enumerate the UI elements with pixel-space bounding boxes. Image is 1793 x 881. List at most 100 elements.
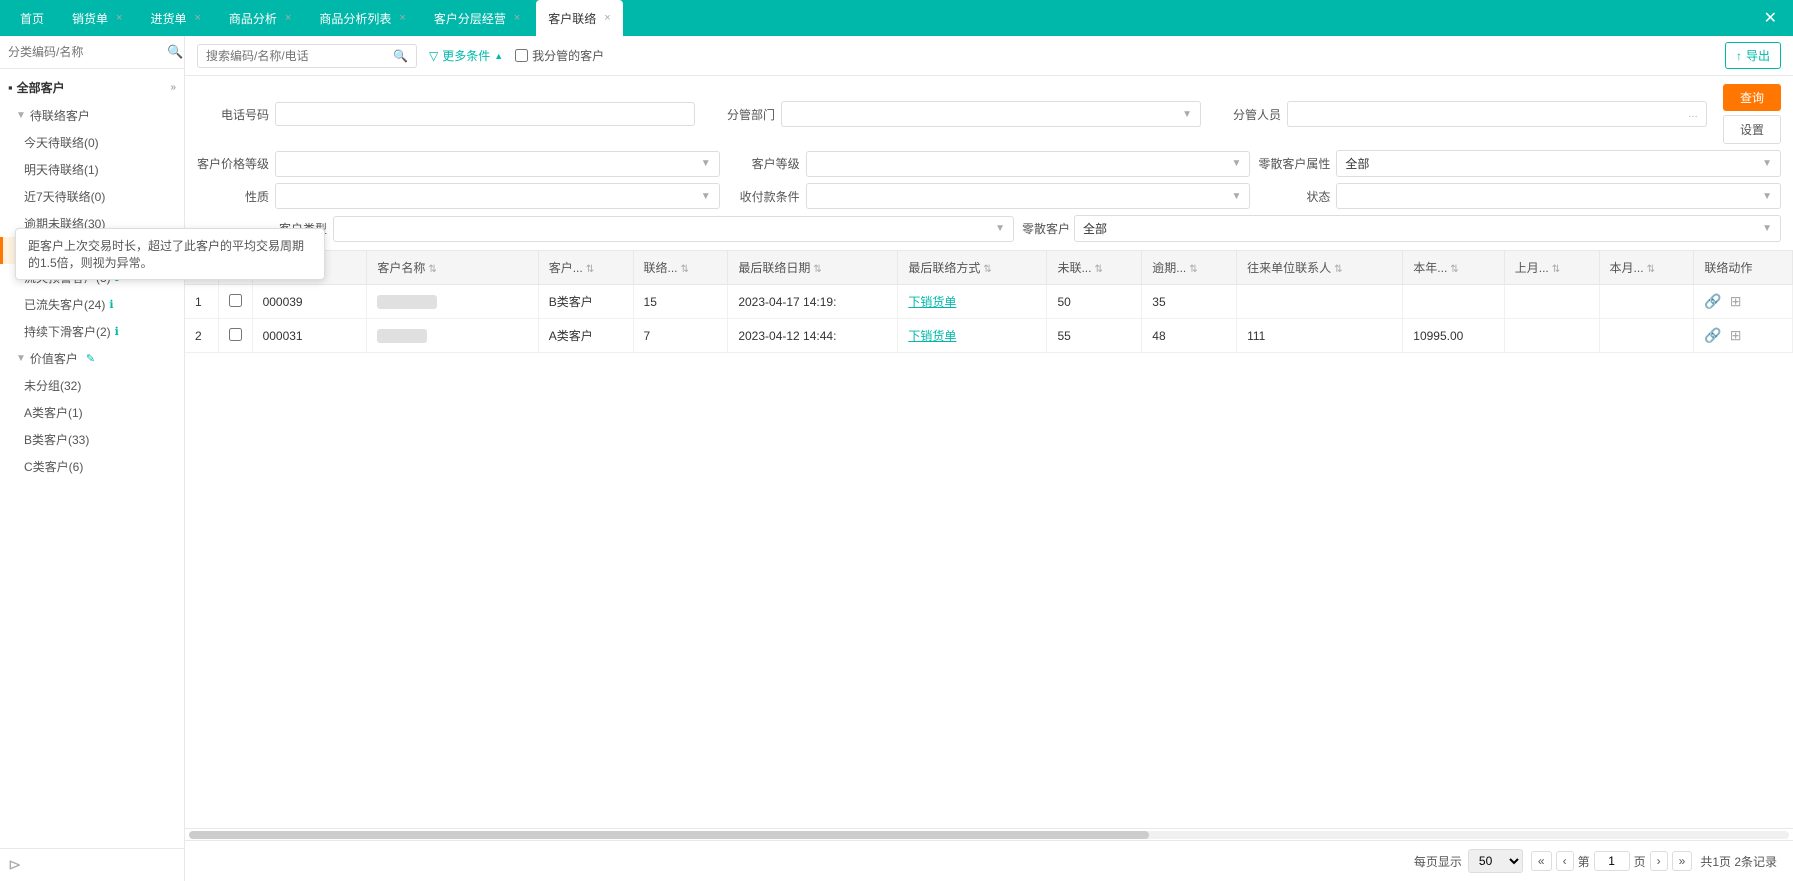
tooltip-box: 距客户上次交易时长，超过了此客户的平均交易周期的1.5倍，则视为异常。	[15, 228, 185, 280]
sidebar-expand-icon[interactable]: ⊲	[8, 855, 21, 875]
value-edit-icon[interactable]: ✎	[86, 352, 95, 365]
sidebar-today-contact[interactable]: 今天待联络(0)	[0, 129, 184, 156]
col-overdue[interactable]: 逾期...⇅	[1142, 251, 1237, 285]
row1-last-method[interactable]: 下销货单	[898, 285, 1047, 319]
sidebar-c-customers[interactable]: C类客户(6)	[0, 453, 184, 480]
total-records-label: 共1页 2条记录	[1700, 853, 1777, 870]
row2-checkbox	[218, 319, 252, 353]
row2-method-link[interactable]: 下销货单	[908, 329, 956, 343]
row1-grid-icon[interactable]: ⊞	[1730, 293, 1742, 310]
sidebar-a-customers[interactable]: A类客户(1)	[0, 399, 184, 426]
sidebar-tomorrow-contact[interactable]: 明天待联络(1)	[0, 156, 184, 183]
nav-home[interactable]: 首页	[8, 0, 56, 36]
close-product-analysis[interactable]: ×	[285, 12, 291, 24]
nav-product-analysis[interactable]: 商品分析 ×	[217, 0, 303, 36]
price-grade-arrow-icon: ▼	[701, 158, 711, 169]
nature-select[interactable]: ▼	[275, 183, 720, 209]
per-page-select[interactable]: 50 20 100	[1468, 849, 1523, 873]
row2-name-blurred	[377, 329, 427, 343]
table-row: 2 000031 A类客户 7 2023-04-12 14:44: 下销货单	[185, 319, 1793, 353]
page-number-input[interactable]	[1594, 851, 1630, 871]
payment-select[interactable]: ▼	[806, 183, 1251, 209]
sidebar-ungrouped[interactable]: 未分组(32)	[0, 372, 184, 399]
filter-actions: 查询 设置	[1723, 84, 1781, 144]
main-search-icon[interactable]: 🔍	[393, 49, 408, 63]
row1-overdue: 35	[1142, 285, 1237, 319]
query-button[interactable]: 查询	[1723, 84, 1781, 111]
nav-purchase-order[interactable]: 进货单 ×	[138, 0, 212, 36]
close-customer-contact[interactable]: ×	[604, 12, 610, 24]
settings-button[interactable]: 设置	[1723, 115, 1781, 144]
row2-grid-icon[interactable]: ⊞	[1730, 327, 1742, 344]
close-customer-tier[interactable]: ×	[514, 12, 520, 24]
row1-uncontacted: 50	[1047, 285, 1142, 319]
customer-table: ⚙ 客户编码⇅ 客户名称⇅ 客户...⇅	[185, 251, 1793, 353]
department-select[interactable]: ▼	[781, 101, 1201, 127]
window-close-button[interactable]: ✕	[1756, 8, 1785, 28]
price-grade-select[interactable]: ▼	[275, 151, 720, 177]
my-customers-filter[interactable]: 我分管的客户	[515, 47, 604, 64]
horizontal-scrollbar[interactable]	[185, 828, 1793, 840]
col-company-contact[interactable]: 往来单位联系人⇅	[1237, 251, 1403, 285]
filter-icon: ▽	[429, 49, 438, 63]
col-last-date[interactable]: 最后联络日期⇅	[728, 251, 898, 285]
close-sales-order[interactable]: ×	[116, 12, 122, 24]
row1-select[interactable]	[229, 294, 242, 307]
next-page-btn[interactable]: ›	[1650, 851, 1668, 871]
last-page-btn[interactable]: »	[1672, 851, 1693, 871]
col-customer-name[interactable]: 客户名称⇅	[367, 251, 538, 285]
category-search-input[interactable]	[8, 45, 163, 59]
pending-contact-group[interactable]: ▼ 待联络客户	[0, 102, 184, 129]
col-last-month[interactable]: 上月...⇅	[1504, 251, 1599, 285]
prev-page-btn[interactable]: ‹	[1556, 851, 1574, 871]
sidebar-7day-contact[interactable]: 近7天待联络(0)	[0, 183, 184, 210]
all-customers-header[interactable]: ▪ 全部客户 »	[0, 73, 184, 102]
close-purchase-order[interactable]: ×	[194, 12, 200, 24]
row1-this-year	[1403, 285, 1504, 319]
nav-customer-tier[interactable]: 客户分层经营 ×	[422, 0, 532, 36]
col-this-year[interactable]: 本年...⇅	[1403, 251, 1504, 285]
sidebar-b-customers[interactable]: B类客户(33)	[0, 426, 184, 453]
retail-attr-select[interactable]: 全部 ▼	[1336, 150, 1781, 177]
sidebar-churned[interactable]: 已流失客户(24) ℹ	[0, 291, 184, 318]
col-contact-count[interactable]: 联络...⇅	[633, 251, 728, 285]
category-search-icon[interactable]: 🔍	[167, 44, 183, 60]
nav-product-analysis-list[interactable]: 商品分析列表 ×	[307, 0, 417, 36]
row2-uncontacted: 55	[1047, 319, 1142, 353]
filter-row-3: 性质 ▼ 收付款条件 ▼ 状态	[197, 183, 1781, 209]
nav-sales-order[interactable]: 销货单 ×	[60, 0, 134, 36]
row2-last-method[interactable]: 下销货单	[898, 319, 1047, 353]
close-product-analysis-list[interactable]: ×	[399, 12, 405, 24]
col-customer-type[interactable]: 客户...⇅	[538, 251, 633, 285]
nature-field: 性质 ▼	[197, 183, 720, 209]
row2-this-month	[1599, 319, 1694, 353]
row1-link-icon[interactable]: 🔗	[1704, 293, 1721, 310]
row2-select[interactable]	[229, 328, 242, 341]
row2-link-icon[interactable]: 🔗	[1704, 327, 1721, 344]
scrollbar-thumb[interactable]	[189, 831, 1149, 839]
status-select[interactable]: ▼	[1336, 183, 1781, 209]
retail-customer-select[interactable]: 全部 ▼	[1074, 215, 1781, 242]
col-this-month[interactable]: 本月...⇅	[1599, 251, 1694, 285]
pagination-bar: 每页显示 50 20 100 « ‹ 第 页 › » 共1页 2条记录	[185, 840, 1793, 881]
status-label: 状态	[1258, 188, 1330, 205]
more-conditions-btn[interactable]: ▽ 更多条件 ▲	[429, 47, 503, 64]
value-customer-group[interactable]: ▼ 价值客户 ✎	[0, 345, 184, 372]
customer-grade-select[interactable]: ▼	[806, 151, 1251, 177]
main-search-input[interactable]	[206, 49, 387, 63]
customer-type-select[interactable]: ▼	[333, 216, 1014, 242]
pending-arrow-icon: ▼	[16, 110, 26, 121]
nav-customer-contact[interactable]: 客户联络 ×	[536, 0, 622, 36]
col-last-method[interactable]: 最后联络方式⇅	[898, 251, 1047, 285]
my-customers-checkbox[interactable]	[515, 49, 528, 62]
scrollbar-track[interactable]	[189, 831, 1789, 839]
row1-method-link[interactable]: 下销货单	[908, 295, 956, 309]
manager-select[interactable]: …	[1287, 101, 1707, 127]
filter-row-1: 电话号码 分管部门 ▼ 分管人员 …	[197, 84, 1781, 144]
sidebar-declining[interactable]: 持续下滑客户(2) ℹ	[0, 318, 184, 345]
first-page-btn[interactable]: «	[1531, 851, 1552, 871]
phone-input[interactable]	[275, 102, 695, 126]
col-uncontacted[interactable]: 未联...⇅	[1047, 251, 1142, 285]
manager-field: 分管人员 …	[1209, 101, 1707, 127]
export-button[interactable]: ↑ 导出	[1725, 42, 1781, 69]
